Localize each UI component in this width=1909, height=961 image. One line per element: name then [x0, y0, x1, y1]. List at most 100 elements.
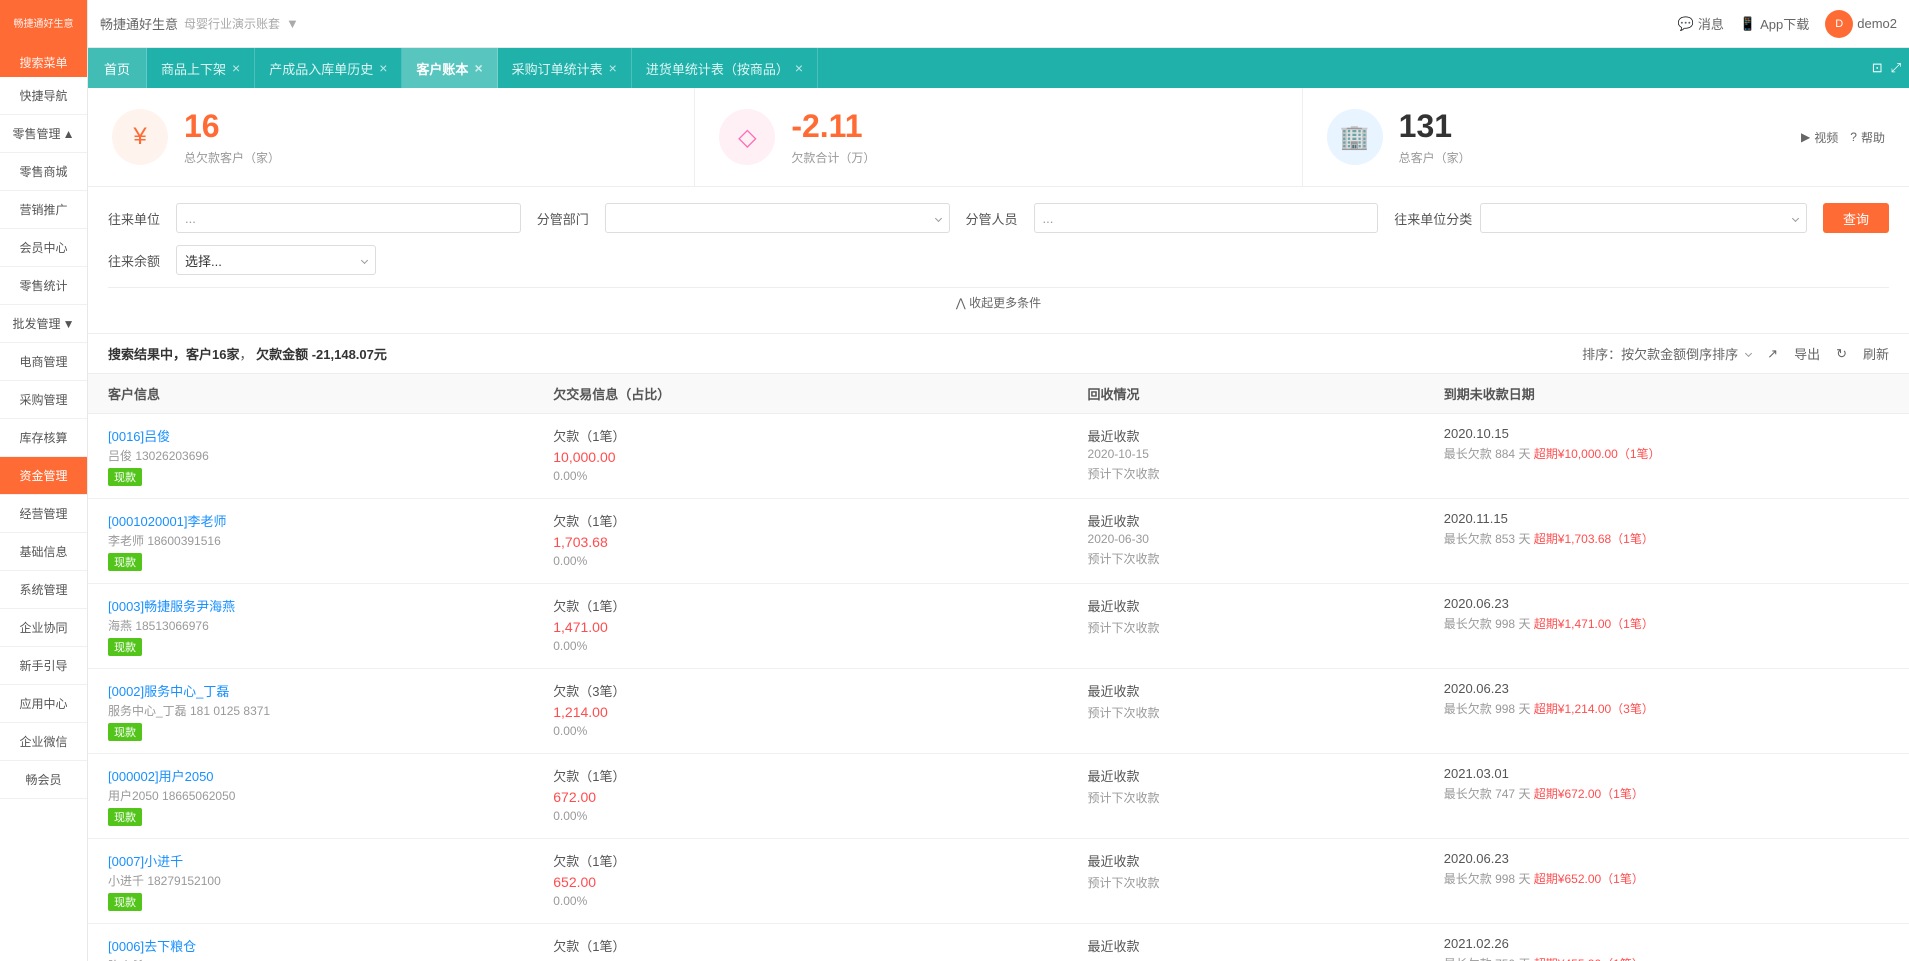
overdue-link-5[interactable]: 超期¥652.00（1笔） [1534, 872, 1644, 886]
query-button[interactable]: 查询 [1823, 203, 1889, 233]
overdue-link-0[interactable]: 超期¥10,000.00（1笔） [1534, 447, 1661, 461]
results-amount: 欠款金额 -21,148.07元 [256, 347, 387, 362]
debt-count-4: 欠款（1笔） [553, 766, 1087, 785]
overdue-link-3[interactable]: 超期¥1,214.00（3笔） [1534, 702, 1654, 716]
tab-purchase-order[interactable]: 采购订单统计表 × [498, 48, 632, 88]
customer-name-0[interactable]: [0016]吕俊 [108, 426, 553, 445]
payback-next-4: 预计下次收款 [1088, 789, 1444, 806]
sidebar-item-enterprise-wechat[interactable]: 企业微信 [0, 723, 87, 761]
message-button[interactable]: 💬 消息 [1678, 14, 1724, 33]
sidebar-item-enterprise-collab[interactable]: 企业协同 [0, 609, 87, 647]
sidebar-item-app-center[interactable]: 应用中心 [0, 685, 87, 723]
filter-select-balance[interactable]: 选择... [176, 245, 376, 275]
tab-customer-account[interactable]: 客户账本 × [402, 48, 497, 88]
date-info-5: 2020.06.23 最长欠款 998 天 超期¥652.00（1笔） [1444, 851, 1889, 911]
customer-name-2[interactable]: [0003]畅捷服务尹海燕 [108, 596, 553, 615]
table-header: 客户信息 欠交易信息（占比） 回收情况 到期未收款日期 [88, 374, 1909, 414]
sidebar-item-retail-mall[interactable]: 零售商城 [0, 153, 87, 191]
export-icon: ↗ [1767, 346, 1778, 362]
tab-close-import-stats[interactable]: × [795, 60, 803, 76]
overdue-link-1[interactable]: 超期¥1,703.68（1笔） [1534, 532, 1654, 546]
sort-control[interactable]: 排序：按欠款金额倒序排序 [1582, 344, 1751, 363]
filter-label-dept: 分管部门 [537, 209, 597, 228]
sidebar-item-member-vip[interactable]: 畅会员 [0, 761, 87, 799]
stat-value-debt-amount: -2.11 [791, 108, 875, 145]
col-header-debt: 欠交易信息（占比） [553, 384, 1087, 403]
sidebar-item-marketing[interactable]: 营销推广 [0, 191, 87, 229]
app-download-button[interactable]: 📱 App下载 [1740, 14, 1809, 33]
debt-amount-2: 1,471.00 [553, 619, 1087, 635]
overdue-link-2[interactable]: 超期¥1,471.00（1笔） [1534, 617, 1654, 631]
filter-select-category[interactable] [1480, 203, 1807, 233]
video-icon: ▶ [1801, 130, 1810, 144]
tab-home[interactable]: 首页 [88, 48, 147, 88]
filter-input-unit[interactable]: ... [176, 203, 521, 233]
customer-name-3[interactable]: [0002]服务中心_丁磊 [108, 681, 553, 700]
overdue-link-6[interactable]: 超期¥455.90（1笔） [1534, 957, 1644, 961]
tab-product-history[interactable]: 产成品入库单历史 × [255, 48, 402, 88]
avatar: D [1825, 10, 1853, 38]
date-info-2: 2020.06.23 最长欠款 998 天 超期¥1,471.00（1笔） [1444, 596, 1889, 656]
table-row: [0002]服务中心_丁磊 服务中心_丁磊 181 0125 8371 现款 欠… [88, 669, 1909, 754]
filter-area: 往来单位 ... 分管部门 分管人员 ... [88, 187, 1909, 334]
stat-card-total-customers: 🏢 131 总客户（家） ▶ 视频 ? 帮助 [1303, 88, 1909, 186]
sidebar-item-quick-nav[interactable]: 快捷导航 [0, 77, 87, 115]
customer-tag-3: 现款 [108, 723, 142, 741]
debt-count-0: 欠款（1笔） [553, 426, 1087, 445]
customer-phone-4: 用户2050 18665062050 [108, 787, 553, 804]
sidebar-item-wholesale-mgmt[interactable]: 批发管理 ▼ [0, 305, 87, 343]
export-label[interactable]: 导出 [1794, 344, 1820, 363]
filter-item-person: 分管人员 ... [966, 203, 1379, 233]
tab-close-customer-account[interactable]: × [474, 60, 482, 76]
stats-row: ¥ 16 总欠款客户（家） ◇ -2.11 欠款合计（万） 🏢 [88, 88, 1909, 187]
tabs-expand-icon[interactable]: ⤢ [1891, 60, 1901, 76]
customer-name-6[interactable]: [0006]去下粮仓 [108, 936, 553, 955]
customer-name-1[interactable]: [0001020001]李老师 [108, 511, 553, 530]
stat-label-debt-customers: 总欠款客户（家） [184, 149, 280, 166]
user-menu[interactable]: D demo2 [1825, 10, 1897, 38]
sidebar-item-operations[interactable]: 经营管理 [0, 495, 87, 533]
filter-item-category: 往来单位分类 [1394, 203, 1807, 233]
sidebar-item-member-center[interactable]: 会员中心 [0, 229, 87, 267]
sidebar-item-inventory[interactable]: 库存核算 [0, 419, 87, 457]
overdue-link-4[interactable]: 超期¥672.00（1笔） [1534, 787, 1644, 801]
filter-item-unit: 往来单位 ... [108, 203, 521, 233]
sidebar-item-new-guide[interactable]: 新手引导 [0, 647, 87, 685]
customer-phone-0: 吕俊 13026203696 [108, 447, 553, 464]
tab-close-product-offline[interactable]: × [232, 60, 240, 76]
customer-name-4[interactable]: [000002]用户2050 [108, 766, 553, 785]
tabs-collapse-icon[interactable]: ⊡ [1872, 60, 1883, 76]
debt-percent-3: 0.00% [553, 724, 1087, 738]
filter-input-person[interactable]: ... [1034, 203, 1379, 233]
video-action[interactable]: ▶ 视频 [1801, 129, 1838, 146]
sidebar-item-system[interactable]: 系统管理 [0, 571, 87, 609]
sidebar-item-ecommerce[interactable]: 电商管理 [0, 343, 87, 381]
payback-info-2: 最近收款 预计下次收款 [1088, 596, 1444, 656]
filter-label-unit: 往来单位 [108, 209, 168, 228]
results-actions: 排序：按欠款金额倒序排序 ↗ 导出 ↻ 刷新 [1582, 344, 1889, 363]
brand-dropdown-icon[interactable]: ▼ [286, 16, 299, 31]
tab-close-purchase-order[interactable]: × [609, 60, 617, 76]
sidebar-item-purchase-mgmt[interactable]: 采购管理 [0, 381, 87, 419]
customer-phone-2: 海燕 18513066976 [108, 617, 553, 634]
filter-select-dept[interactable] [605, 203, 950, 233]
tab-import-stats[interactable]: 进货单统计表（按商品） × [632, 48, 818, 88]
refresh-label[interactable]: 刷新 [1863, 344, 1889, 363]
tab-close-product-history[interactable]: × [379, 60, 387, 76]
sidebar-item-finance[interactable]: 资金管理 [0, 457, 87, 495]
tab-product-offline[interactable]: 商品上下架 × [147, 48, 255, 88]
collapse-filter-button[interactable]: ⋀ 收起更多条件 [108, 287, 1889, 317]
help-action[interactable]: ? 帮助 [1850, 129, 1885, 146]
payback-label-4: 最近收款 [1088, 766, 1444, 785]
overdue-days-6: 最长欠款 750 天 [1444, 957, 1531, 961]
customer-name-5[interactable]: [0007]小进千 [108, 851, 553, 870]
stat-actions: ▶ 视频 ? 帮助 [1801, 129, 1885, 146]
payback-next-5: 预计下次收款 [1088, 874, 1444, 891]
payback-label-6: 最近收款 [1088, 936, 1444, 955]
sidebar-item-basic-info[interactable]: 基础信息 [0, 533, 87, 571]
debt-percent-5: 0.00% [553, 894, 1087, 908]
sidebar-item-retail-mgmt[interactable]: 零售管理 ▲ [0, 115, 87, 153]
sidebar-item-retail-stats[interactable]: 零售统计 [0, 267, 87, 305]
sidebar-item-search[interactable]: 搜索菜单 [0, 48, 87, 77]
table-row: [0007]小进千 小进千 18279152100 现款 欠款（1笔） 652.… [88, 839, 1909, 924]
